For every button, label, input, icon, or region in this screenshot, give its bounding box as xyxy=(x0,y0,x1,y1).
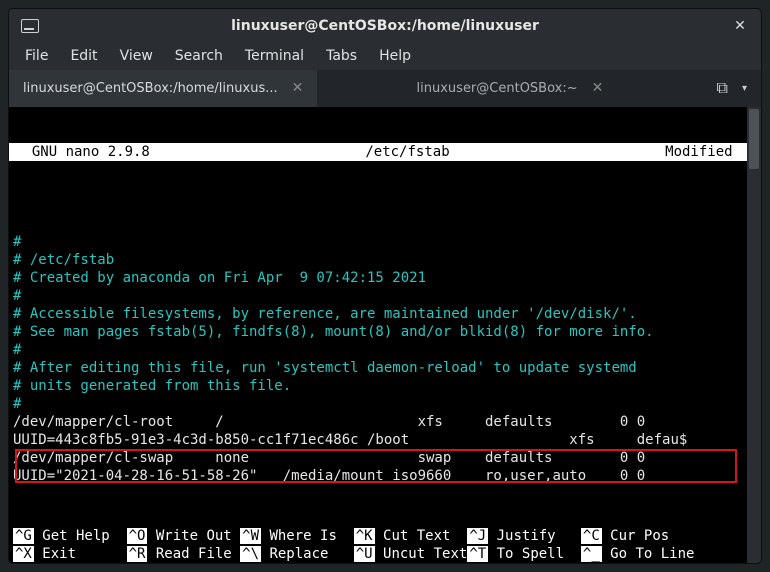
scrollbar-thumb[interactable] xyxy=(749,109,759,169)
kb-replace: ^\ xyxy=(240,546,261,562)
fstab-line: # xyxy=(13,396,21,412)
scrollbar[interactable] xyxy=(747,107,761,563)
window-title: linuxuser@CentOSBox:/home/linuxuser xyxy=(9,18,761,34)
fstab-line: # /etc/fstab xyxy=(13,252,114,268)
kb-write-out: ^O xyxy=(127,528,148,544)
tab-0[interactable]: linuxuser@CentOSBox:/home/linuxus... ✕ xyxy=(9,70,317,107)
kb-justify: ^J xyxy=(467,528,488,544)
nano-shortcut-bar: ^G Get Help ^O Write Out ^W Where Is ^K … xyxy=(9,527,747,563)
blank-line xyxy=(13,216,21,232)
fstab-line: # After editing this file, run 'systemct… xyxy=(13,360,637,376)
fstab-line: # units generated from this file. xyxy=(13,378,291,394)
close-button[interactable]: ✕ xyxy=(729,15,751,37)
nano-status-bar: GNU nano 2.9.8 /etc/fstab Modified xyxy=(9,143,747,161)
tab-1-close-icon[interactable]: ✕ xyxy=(588,78,608,98)
new-tab-icon[interactable]: ⧉ xyxy=(717,78,728,98)
menu-tabs[interactable]: Tabs xyxy=(316,45,367,67)
menu-file[interactable]: File xyxy=(15,45,58,67)
nano-filename: /etc/fstab xyxy=(150,143,665,161)
fstab-line: # See man pages fstab(5), findfs(8), mou… xyxy=(13,324,654,340)
tab-dropdown-icon[interactable]: ▾ xyxy=(742,83,747,94)
titlebar: linuxuser@CentOSBox:/home/linuxuser ✕ xyxy=(9,9,761,42)
kb-read-file: ^R xyxy=(127,546,148,562)
kb-where-is: ^W xyxy=(240,528,261,544)
fstab-line: # Created by anaconda on Fri Apr 9 07:42… xyxy=(13,270,426,286)
tab-1[interactable]: linuxuser@CentOSBox:~ ✕ xyxy=(317,70,702,107)
kb-cut-text: ^K xyxy=(354,528,375,544)
menu-view[interactable]: View xyxy=(110,45,163,67)
menu-help[interactable]: Help xyxy=(369,45,421,67)
terminal-app-icon xyxy=(21,19,39,33)
nano-version: GNU nano 2.9.8 xyxy=(15,143,150,161)
kb-cur-pos: ^C xyxy=(581,528,602,544)
menu-terminal[interactable]: Terminal xyxy=(235,45,314,67)
fstab-line: # xyxy=(13,288,21,304)
terminal-output[interactable]: GNU nano 2.9.8 /etc/fstab Modified # # /… xyxy=(9,107,747,563)
fstab-line: /dev/mapper/cl-root / xfs defaults 0 0 xyxy=(13,414,645,430)
kb-to-spell: ^T xyxy=(467,546,488,562)
menubar: File Edit View Search Terminal Tabs Help xyxy=(9,42,761,69)
blank-line xyxy=(13,198,21,214)
fstab-line: UUID=443c8fb5-91e3-4c3d-b850-cc1f71ec486… xyxy=(13,432,687,448)
kb-exit: ^X xyxy=(13,546,34,562)
tab-0-label: linuxuser@CentOSBox:/home/linuxus... xyxy=(23,81,278,96)
menu-edit[interactable]: Edit xyxy=(60,45,107,67)
tab-1-label: linuxuser@CentOSBox:~ xyxy=(417,81,578,96)
highlight-region: /dev/mapper/cl-swap none swap defaults 0… xyxy=(13,449,747,485)
fstab-line: # xyxy=(13,342,21,358)
fstab-line-highlighted: UUID="2021-04-28-16-51-58-26" /media/mou… xyxy=(13,468,645,484)
kb-uncut: ^U xyxy=(354,546,375,562)
kb-get-help: ^G xyxy=(13,528,34,544)
tab-tools: ⧉ ▾ xyxy=(703,70,761,107)
fstab-line: # Accessible filesystems, by reference, … xyxy=(13,306,637,322)
tabbar: linuxuser@CentOSBox:/home/linuxus... ✕ l… xyxy=(9,70,761,107)
fstab-line: /dev/mapper/cl-swap none swap defaults 0… xyxy=(13,450,645,466)
terminal-window: linuxuser@CentOSBox:/home/linuxuser ✕ Fi… xyxy=(8,8,762,564)
menu-search[interactable]: Search xyxy=(165,45,233,67)
fstab-line: # xyxy=(13,234,21,250)
terminal-area-wrap: GNU nano 2.9.8 /etc/fstab Modified # # /… xyxy=(9,107,761,563)
kb-goto-line: ^_ xyxy=(581,546,602,562)
nano-buffer: # # /etc/fstab # Created by anaconda on … xyxy=(9,179,747,503)
nano-modified: Modified xyxy=(665,143,741,161)
tab-0-close-icon[interactable]: ✕ xyxy=(288,78,308,98)
